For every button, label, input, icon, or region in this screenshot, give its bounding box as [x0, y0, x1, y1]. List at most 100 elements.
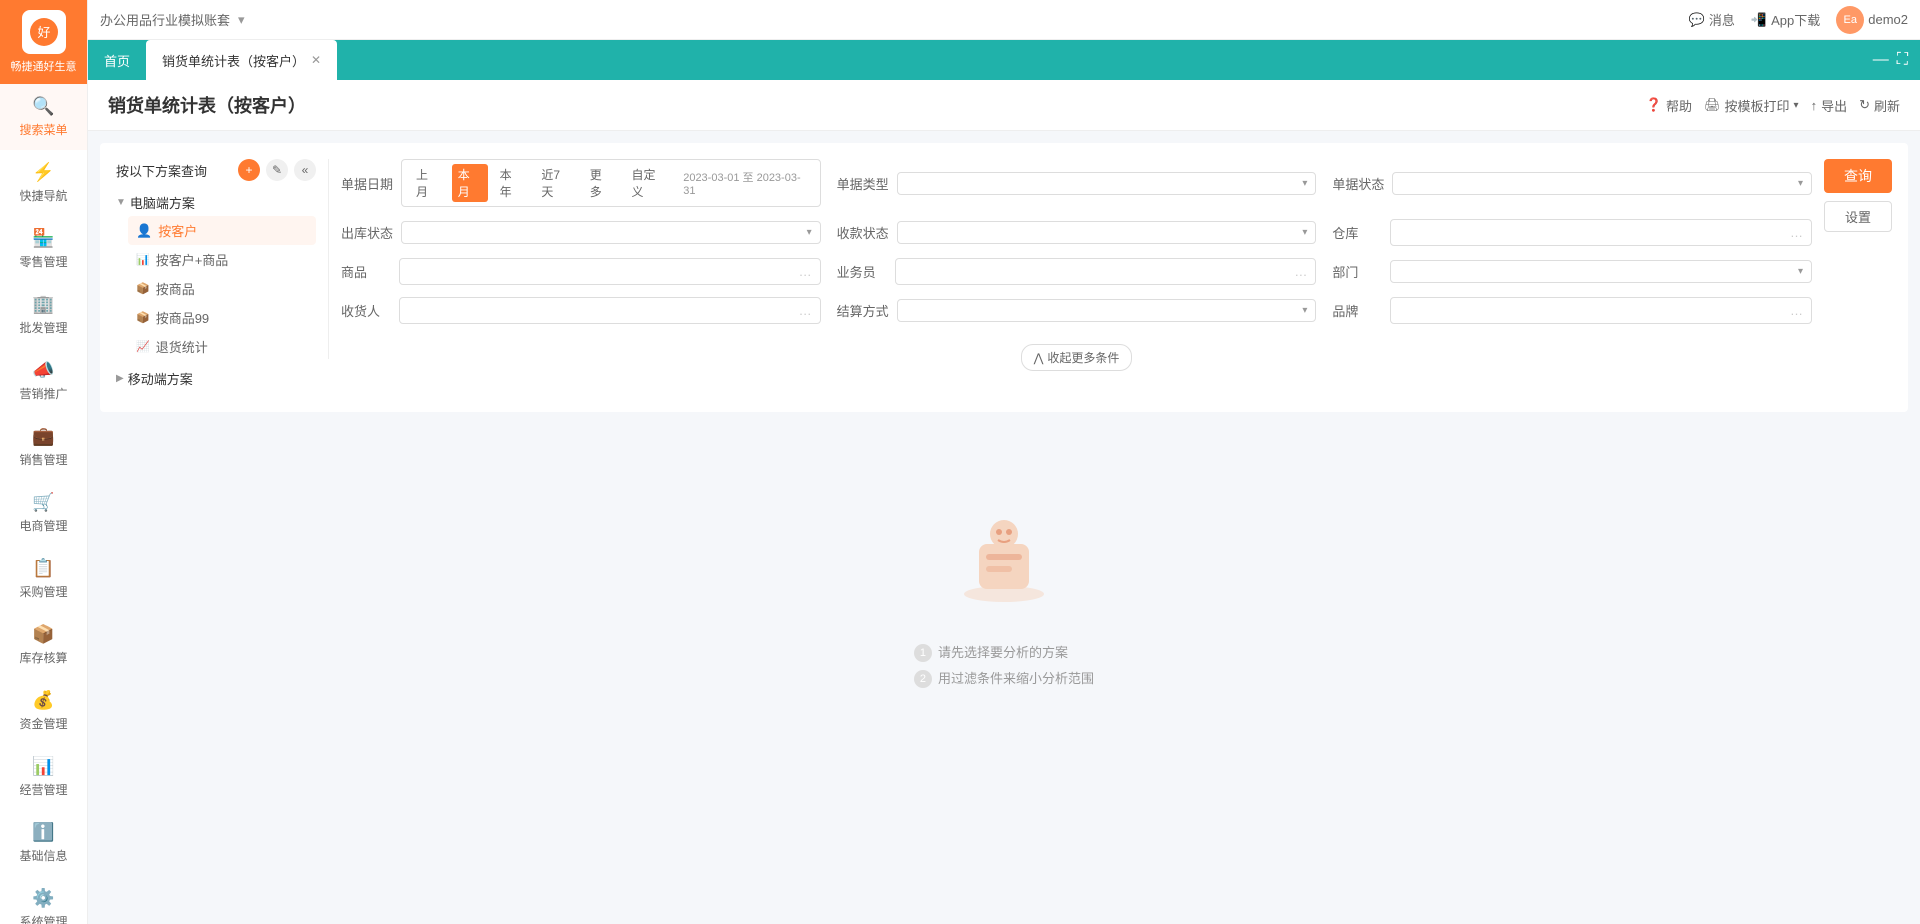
scheme-item-by-customer[interactable]: 👤 按客户 — [128, 216, 316, 245]
filter-field-settlement: 结算方式 ▾ — [837, 299, 1317, 322]
filter-area: 按以下方案查询 + ✎ « ▼ 电脑端方案 👤 — [100, 143, 1908, 412]
salesperson-input[interactable]: … — [895, 258, 1317, 285]
sidebar-item-ecommerce-label: 电商管理 — [19, 517, 67, 534]
help-button[interactable]: ❓ 帮助 — [1646, 96, 1692, 115]
empty-tip-2: 2 用过滤条件来缩小分析范围 — [914, 666, 1094, 692]
tab-maximize-icon[interactable]: ⛶ — [1897, 51, 1908, 69]
sidebar-item-finance[interactable]: 💰 资金管理 — [0, 678, 87, 744]
date-btn-more[interactable]: 更多 — [584, 164, 620, 202]
sidebar-logo-text: 畅捷通好生意 — [11, 58, 77, 74]
tab-home[interactable]: 首页 — [88, 40, 146, 80]
user-menu[interactable]: Ea demo2 — [1836, 6, 1908, 34]
date-btn-custom[interactable]: 自定义 — [626, 164, 674, 202]
doc-status-select[interactable]: ▾ — [1392, 172, 1812, 195]
sidebar-item-inventory[interactable]: 📦 库存核算 — [0, 612, 87, 678]
page-actions: ❓ 帮助 🖨 按模板打印 ▾ ↑ 导出 ↻ 刷新 — [1646, 96, 1900, 115]
basics-icon: ℹ️ — [32, 822, 54, 843]
sidebar-item-system-label: 系统管理 — [19, 913, 67, 924]
scheme-item-by-goods[interactable]: 📦 按商品 — [128, 274, 316, 303]
export-button[interactable]: ↑ 导出 — [1811, 96, 1848, 115]
operations-icon: 📊 — [32, 756, 54, 777]
sales-icon: 💼 — [32, 426, 54, 447]
breadcrumb-dropdown-icon[interactable]: ▾ — [238, 12, 245, 28]
scheme-group-desktop-title[interactable]: ▼ 电脑端方案 — [116, 189, 316, 216]
dept-select[interactable]: ▾ — [1390, 260, 1812, 283]
scheme-item-by-goods99-icon: 📦 — [136, 311, 150, 324]
print-button[interactable]: 🖨 按模板打印 ▾ — [1704, 96, 1799, 115]
sidebar-logo: 好 畅捷通好生意 — [0, 0, 87, 84]
purchase-icon: 📋 — [32, 558, 54, 579]
sidebar-item-purchase[interactable]: 📋 采购管理 — [0, 546, 87, 612]
tab-close-icon[interactable]: ✕ — [311, 53, 321, 67]
scheme-collapse-button[interactable]: « — [294, 159, 316, 181]
query-actions: 查询 设置 — [1824, 159, 1892, 396]
sidebar-item-marketing[interactable]: 📣 营销推广 — [0, 348, 87, 414]
sidebar-item-nav[interactable]: ⚡ 快捷导航 — [0, 150, 87, 216]
scheme-group-mobile-title[interactable]: ▶ 移动端方案 — [116, 365, 316, 392]
filter-field-warehouse: 仓库 … — [1332, 219, 1812, 246]
scheme-header-icons: + ✎ « — [238, 159, 316, 181]
filter-field-out-status: 出库状态 ▾ — [341, 221, 821, 244]
settlement-select[interactable]: ▾ — [897, 299, 1317, 322]
scheme-edit-button[interactable]: ✎ — [266, 159, 288, 181]
avatar: Ea — [1836, 6, 1864, 34]
sidebar-item-wholesale[interactable]: 🏢 批发管理 — [0, 282, 87, 348]
brand-input[interactable]: … — [1390, 297, 1812, 324]
scheme-add-button[interactable]: + — [238, 159, 260, 181]
sidebar-item-ecommerce[interactable]: 🛒 电商管理 — [0, 480, 87, 546]
payment-status-select[interactable]: ▾ — [897, 221, 1317, 244]
page-header: 销货单统计表（按客户） ❓ 帮助 🖨 按模板打印 ▾ ↑ 导出 ↻ 刷新 — [88, 80, 1920, 131]
tip-num-1: 1 — [914, 644, 932, 662]
ecommerce-icon: 🛒 — [32, 492, 54, 513]
sidebar-item-finance-label: 资金管理 — [19, 715, 67, 732]
collapse-button[interactable]: ⋀ 收起更多条件 — [1021, 344, 1133, 371]
goods-input[interactable]: … — [399, 258, 821, 285]
date-btn-last-month[interactable]: 上月 — [410, 164, 446, 202]
app-download-button[interactable]: 📲 App下载 — [1751, 10, 1820, 29]
query-button[interactable]: 查询 — [1824, 159, 1892, 193]
sidebar-item-system[interactable]: ⚙️ 系统管理 — [0, 876, 87, 924]
topbar: 办公用品行业模拟账套 ▾ 💬 消息 📲 App下载 Ea demo2 — [88, 0, 1920, 40]
empty-icon — [944, 504, 1064, 624]
sidebar-item-operations[interactable]: 📊 经营管理 — [0, 744, 87, 810]
sidebar-item-search-label: 搜索菜单 — [19, 121, 67, 138]
out-status-select[interactable]: ▾ — [401, 221, 821, 244]
refresh-button[interactable]: ↻ 刷新 — [1859, 96, 1900, 115]
scheme-header-title: 按以下方案查询 — [116, 161, 207, 180]
consignee-input[interactable]: … — [399, 297, 821, 324]
settings-button[interactable]: 设置 — [1824, 201, 1892, 232]
print-label: 按模板打印 — [1725, 96, 1790, 115]
scheme-item-by-customer-goods[interactable]: 📊 按客户+商品 — [128, 245, 316, 274]
scheme-group-desktop-label: 电脑端方案 — [130, 193, 195, 212]
sidebar-item-sales[interactable]: 💼 销售管理 — [0, 414, 87, 480]
date-filter[interactable]: 上月 本月 本年 近7天 更多 自定义 2023-03-01 至 2023-03… — [401, 159, 821, 207]
warehouse-input[interactable]: … — [1390, 219, 1812, 246]
sidebar-item-basics[interactable]: ℹ️ 基础信息 — [0, 810, 87, 876]
page-title: 销货单统计表（按客户） — [108, 92, 306, 118]
sidebar-item-basics-label: 基础信息 — [19, 847, 67, 864]
tab-home-label: 首页 — [104, 51, 130, 70]
warehouse-label: 仓库 — [1332, 223, 1382, 242]
inventory-icon: 📦 — [32, 624, 54, 645]
sidebar-item-search[interactable]: 🔍 搜索菜单 — [0, 84, 87, 150]
filter-form: 单据日期 上月 本月 本年 近7天 更多 自定义 2023-03-01 至 20… — [341, 159, 1812, 396]
tab-sales-stat-label: 销货单统计表（按客户） — [162, 51, 305, 70]
tab-sales-stat[interactable]: 销货单统计表（按客户） ✕ — [146, 40, 337, 80]
filter-field-consignee: 收货人 … — [341, 297, 821, 324]
filter-field-goods: 商品 … — [341, 258, 821, 285]
doc-type-select[interactable]: ▾ — [897, 172, 1317, 195]
svg-text:好: 好 — [37, 25, 50, 40]
consignee-label: 收货人 — [341, 301, 391, 320]
scheme-item-by-goods99[interactable]: 📦 按商品99 — [128, 303, 316, 332]
filter-row-2: 出库状态 ▾ 收款状态 ▾ — [341, 219, 1812, 246]
date-btn-this-month[interactable]: 本月 — [452, 164, 488, 202]
tab-minimize-icon[interactable]: — — [1873, 51, 1889, 69]
message-button[interactable]: 💬 消息 — [1689, 10, 1735, 29]
topbar-right: 💬 消息 📲 App下载 Ea demo2 — [1689, 6, 1908, 34]
date-btn-last7[interactable]: 近7天 — [535, 164, 577, 202]
content-area: 销货单统计表（按客户） ❓ 帮助 🖨 按模板打印 ▾ ↑ 导出 ↻ 刷新 — [88, 80, 1920, 924]
username: demo2 — [1868, 12, 1908, 27]
scheme-item-return-stat[interactable]: 📈 退货统计 — [128, 332, 316, 361]
sidebar-item-retail[interactable]: 🏪 零售管理 — [0, 216, 87, 282]
date-btn-this-year[interactable]: 本年 — [494, 164, 530, 202]
